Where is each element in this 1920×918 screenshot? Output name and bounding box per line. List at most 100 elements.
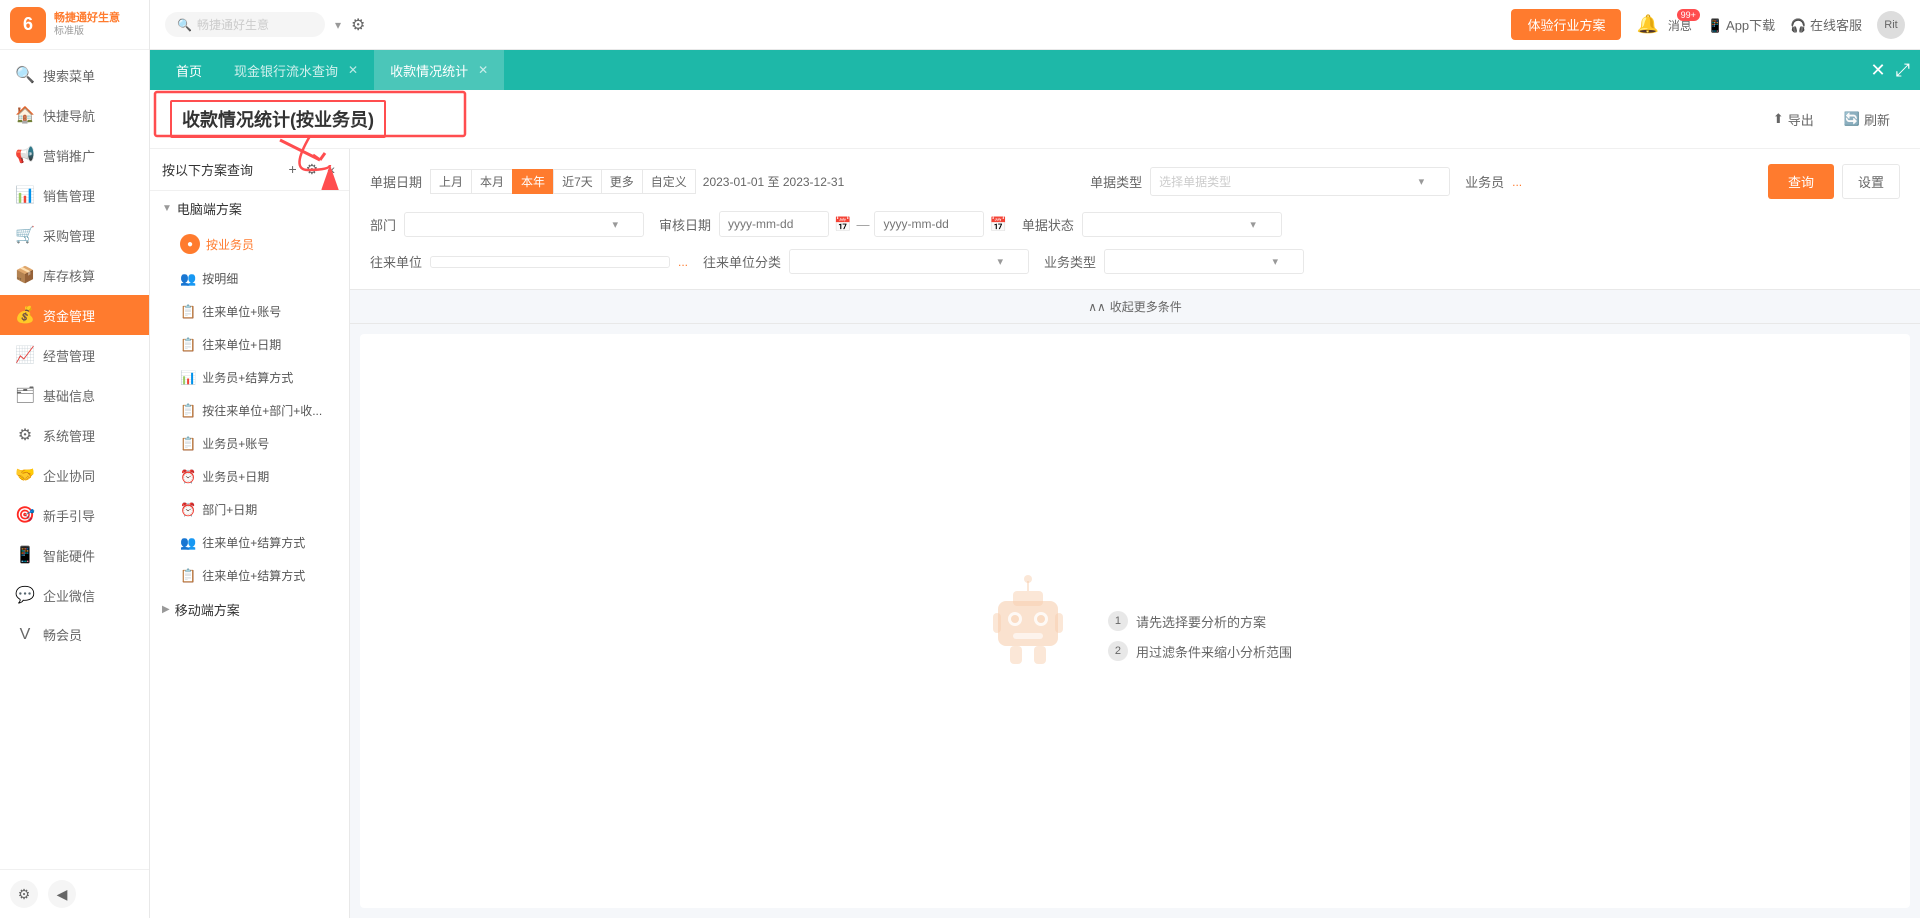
tab-home[interactable]: 首页: [160, 50, 218, 90]
sidebar-item-enterprise[interactable]: 🤝 企业协同: [0, 455, 149, 495]
marketing-icon: 📢: [15, 145, 35, 165]
data-area: 1 请先选择要分析的方案 2 用过滤条件来缩小分析范围: [360, 334, 1910, 908]
counterpart-type-select[interactable]: ▾: [789, 249, 1029, 274]
sidebar-item-quicknav[interactable]: 🏠 快捷导航: [0, 95, 149, 135]
salesman-settle-icon: 📊: [180, 370, 196, 386]
sidebar-item-sales[interactable]: 📊 销售管理: [0, 175, 149, 215]
plan-item-unit-dept[interactable]: 📋 按往来单位+部门+收...: [150, 394, 349, 427]
salesman-more-button[interactable]: ...: [1512, 175, 1522, 189]
counterpart-select[interactable]: [430, 256, 670, 268]
notification-button[interactable]: 🔔 99+ 消息: [1636, 14, 1691, 35]
plan-item-unit-account[interactable]: 📋 往来单位+账号: [150, 295, 349, 328]
panel-collapse-button[interactable]: «: [325, 159, 337, 180]
plan-group-pc-header[interactable]: ▼ 电脑端方案: [150, 191, 349, 226]
empty-steps: 1 请先选择要分析的方案 2 用过滤条件来缩小分析范围: [1108, 611, 1292, 671]
review-date-start-input[interactable]: [719, 211, 829, 237]
trial-button[interactable]: 体验行业方案: [1511, 9, 1621, 40]
collapse-bar: ∧∧ 收起更多条件: [350, 290, 1920, 324]
sidebar-item-basicinfo[interactable]: 🗂 基础信息: [0, 375, 149, 415]
review-date-group: 📅 — 📅: [719, 211, 1007, 237]
logo-text: 畅捷通好生意 标准版: [54, 11, 120, 38]
sidebar-item-inventory[interactable]: 📦 库存核算: [0, 255, 149, 295]
settings-icon: ⚙: [18, 886, 31, 903]
dept-select[interactable]: ▾: [404, 212, 644, 237]
date-tabs: 上月 本月 本年 近7天 更多 自定义: [430, 169, 695, 194]
date-tab-this-year[interactable]: 本年: [512, 169, 554, 194]
plan-item-salesman-settle[interactable]: 📊 业务员+结算方式: [150, 361, 349, 394]
tab-close-all-button[interactable]: ✕: [1871, 60, 1886, 81]
plan-item-dept-date[interactable]: ⏰ 部门+日期: [150, 493, 349, 526]
sidebar-item-wechat[interactable]: 💬 企业微信: [0, 575, 149, 615]
user-avatar[interactable]: Rit: [1877, 11, 1905, 39]
date-tab-custom[interactable]: 自定义: [642, 169, 696, 194]
tab-expand-button[interactable]: ⤢: [1896, 60, 1910, 81]
setting-button[interactable]: 设置: [1842, 164, 1900, 199]
plan-item-by-detail[interactable]: 👥 按明细: [150, 262, 349, 295]
purchase-icon: 🛒: [15, 225, 35, 245]
panel-add-button[interactable]: +: [286, 159, 298, 180]
date-tab-this-month[interactable]: 本月: [471, 169, 513, 194]
calendar-end-icon[interactable]: 📅: [989, 216, 1006, 233]
right-panel: 单据日期 上月 本月 本年 近7天 更多 自定义 2023-01-01: [350, 149, 1920, 918]
sidebar-item-finance[interactable]: 💰 资金管理: [0, 295, 149, 335]
counterpart-more-button[interactable]: ...: [678, 255, 688, 269]
topbar-settings-icon[interactable]: ⚙: [351, 15, 365, 35]
footer-collapse-button[interactable]: ◀: [48, 880, 76, 908]
biztype-select[interactable]: ▾: [1104, 249, 1304, 274]
search-icon: 🔍: [177, 18, 192, 32]
unit-date-icon: 📋: [180, 337, 196, 353]
filter-doctype-item: 单据类型 选择单据类型 ▾: [1090, 167, 1450, 196]
refresh-button[interactable]: 🔄 刷新: [1834, 105, 1900, 134]
sidebar-item-operations[interactable]: 📈 经营管理: [0, 335, 149, 375]
topbar-dropdown-icon[interactable]: ▾: [335, 18, 341, 32]
doctype-select[interactable]: 选择单据类型 ▾: [1150, 167, 1450, 196]
date-tab-more[interactable]: 更多: [601, 169, 643, 194]
tab-collection[interactable]: 收款情况统计 ✕: [374, 50, 504, 90]
plan-item-unit-settle2[interactable]: 📋 往来单位+结算方式: [150, 559, 349, 592]
filter-counterpart-type-item: 往来单位分类 ▾: [703, 249, 1029, 274]
tabbar-right: ✕ ⤢: [1871, 60, 1911, 81]
export-button[interactable]: ⬆ 导出: [1763, 105, 1824, 134]
query-button[interactable]: 查询: [1768, 164, 1834, 199]
plan-item-unit-date[interactable]: 📋 往来单位+日期: [150, 328, 349, 361]
panel-settings-button[interactable]: ⚙: [304, 159, 321, 180]
app-download-button[interactable]: 📱 App下载: [1707, 15, 1775, 34]
plan-item-unit-settle1[interactable]: 👥 往来单位+结算方式: [150, 526, 349, 559]
date-tab-last-month[interactable]: 上月: [430, 169, 472, 194]
footer-settings-button[interactable]: ⚙: [10, 880, 38, 908]
tab-collection-close[interactable]: ✕: [478, 63, 488, 77]
plan-group-mobile-header[interactable]: ▶ 移动端方案: [150, 592, 349, 627]
docstatus-select[interactable]: ▾: [1082, 212, 1282, 237]
topbar-search[interactable]: 🔍 畅捷通好生意: [165, 12, 325, 37]
review-date-end-input[interactable]: [874, 211, 984, 237]
active-indicator: ●: [180, 234, 200, 254]
page-header: 收款情况统计(按业务员) ⬆ 导出 🔄 刷新: [150, 90, 1920, 149]
search-icon: 🔍: [15, 65, 35, 85]
sidebar-item-guide[interactable]: 🎯 新手引导: [0, 495, 149, 535]
sidebar-item-marketing[interactable]: 📢 营销推广: [0, 135, 149, 175]
sidebar-nav: 🔍 搜索菜单 🏠 快捷导航 📢 营销推广 📊 销售管理 🛒 采购管理 📦 库存核…: [0, 50, 149, 869]
plan-item-by-salesman[interactable]: ● 按业务员: [150, 226, 349, 262]
panel-header: 按以下方案查询 + ⚙ «: [150, 149, 349, 191]
date-range: 2023-01-01 至 2023-12-31: [703, 173, 844, 190]
sidebar-item-hardware[interactable]: 📱 智能硬件: [0, 535, 149, 575]
tab-bank-close[interactable]: ✕: [348, 63, 358, 77]
sidebar-item-vip[interactable]: V 畅会员: [0, 615, 149, 654]
inventory-icon: 📦: [15, 265, 35, 285]
tab-bank[interactable]: 现金银行流水查询 ✕: [218, 50, 374, 90]
collapse-button[interactable]: ∧∧ 收起更多条件: [1088, 298, 1182, 315]
filter-row-1: 单据日期 上月 本月 本年 近7天 更多 自定义 2023-01-01: [370, 164, 1900, 199]
sidebar-item-system[interactable]: ⚙ 系统管理: [0, 415, 149, 455]
arrow-down-icon: ▼: [162, 203, 172, 214]
review-date-label: 审核日期: [659, 215, 711, 234]
page-actions: ⬆ 导出 🔄 刷新: [1763, 105, 1900, 134]
online-service-button[interactable]: 🎧 在线客服: [1790, 15, 1862, 34]
calendar-start-icon[interactable]: 📅: [834, 216, 851, 233]
sidebar-item-purchase[interactable]: 🛒 采购管理: [0, 215, 149, 255]
logo-icon: 6: [10, 7, 46, 43]
date-tab-last7[interactable]: 近7天: [553, 169, 602, 194]
sidebar-item-search[interactable]: 🔍 搜索菜单: [0, 55, 149, 95]
plan-item-salesman-account[interactable]: 📋 业务员+账号: [150, 427, 349, 460]
plan-item-salesman-date[interactable]: ⏰ 业务员+日期: [150, 460, 349, 493]
biztype-label: 业务类型: [1044, 252, 1096, 271]
